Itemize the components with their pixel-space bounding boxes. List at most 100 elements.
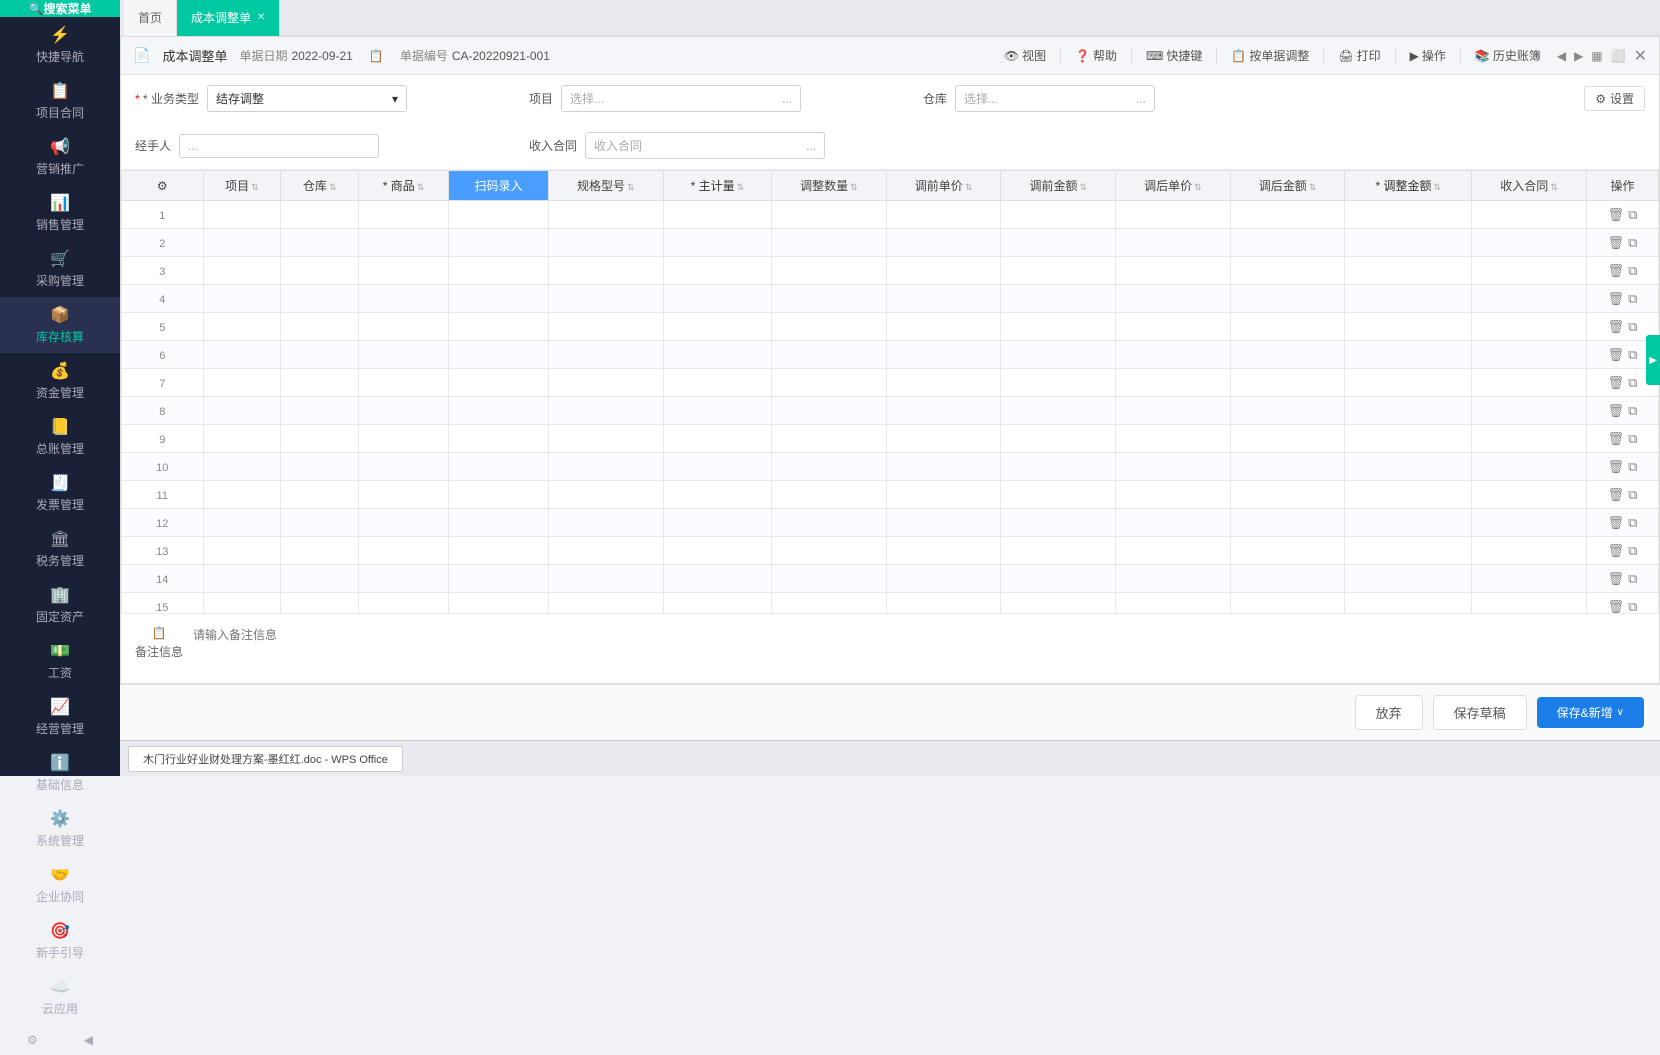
delete-btn-7[interactable]: 🗑 — [1608, 375, 1625, 391]
delete-btn-15[interactable]: 🗑 — [1608, 599, 1625, 614]
tab-close-cost-adjust[interactable]: ✕ — [257, 12, 265, 23]
sidebar-item-cloud-app[interactable]: ☁️ 云应用 — [0, 969, 120, 1025]
nav-next-btn[interactable]: ▶ — [1574, 49, 1583, 63]
sidebar-item-ledger-mgmt[interactable]: 📒 总账管理 — [0, 409, 120, 465]
sort-icon-adjust_qty[interactable]: ⇅ — [850, 182, 858, 192]
sidebar-item-project-contract[interactable]: 📋 项目合同 — [0, 73, 120, 129]
toolbar-btn-view[interactable]: 👁 视图 — [996, 44, 1054, 67]
business-type-select[interactable]: 结存调整 ▾ — [207, 85, 407, 112]
sidebar-item-inventory-calc[interactable]: 📦 库存核算 — [0, 297, 120, 353]
copy-btn-3[interactable]: ⧉ — [1628, 263, 1637, 279]
sort-icon-unit[interactable]: ⇅ — [737, 182, 745, 192]
delete-btn-4[interactable]: 🗑 — [1608, 291, 1625, 307]
sidebar-item-ops-mgmt[interactable]: 📈 经营管理 — [0, 689, 120, 745]
copy-btn-12[interactable]: ⧉ — [1628, 515, 1637, 531]
window-close-btn[interactable]: ✕ — [1634, 46, 1647, 66]
col-header-settings[interactable]: ⚙ — [122, 171, 204, 201]
delete-btn-10[interactable]: 🗑 — [1608, 459, 1625, 475]
sidebar-item-sales-promotion[interactable]: 📢 营销推广 — [0, 129, 120, 185]
taskbar-item[interactable]: 木门行业好业财处理方案-墨红红.doc - WPS Office — [128, 746, 403, 772]
copy-btn-13[interactable]: ⧉ — [1628, 543, 1637, 559]
settings-btn[interactable]: ⚙ 设置 — [1584, 86, 1645, 111]
copy-btn-8[interactable]: ⧉ — [1628, 403, 1637, 419]
copy-btn-2[interactable]: ⧉ — [1628, 235, 1637, 251]
sidebar-item-sys-mgmt[interactable]: ⚙️ 系统管理 — [0, 801, 120, 857]
cell-row7-settings: 7 — [122, 369, 204, 397]
grid-view-btn[interactable]: ▦ — [1591, 49, 1602, 63]
toolbar-btn-print[interactable]: 🖨 打印 — [1330, 44, 1388, 67]
handler-select[interactable]: ... — [179, 134, 379, 158]
sidebar-item-tax-mgmt[interactable]: 🏛 税务管理 — [0, 521, 120, 577]
sort-icon-spec[interactable]: ⇅ — [627, 182, 635, 192]
copy-btn-7[interactable]: ⧉ — [1628, 375, 1637, 391]
sort-icon-income_contract[interactable]: ⇅ — [1550, 182, 1558, 192]
sidebar-item-sales-mgmt[interactable]: 📊 销售管理 — [0, 185, 120, 241]
sort-icon-product[interactable]: ⇅ — [417, 182, 425, 192]
row-num-10: 10 — [156, 462, 168, 474]
save-draft-button[interactable]: 保存草稿 — [1433, 695, 1527, 730]
tab-home[interactable]: 首页 — [124, 0, 177, 36]
sort-icon-project[interactable]: ⇅ — [251, 182, 259, 192]
sort-icon-after_amount[interactable]: ⇅ — [1309, 182, 1317, 192]
delete-btn-12[interactable]: 🗑 — [1608, 515, 1625, 531]
delete-btn-3[interactable]: 🗑 — [1608, 263, 1625, 279]
cell-row8-scan — [449, 397, 549, 425]
toolbar-btn-help[interactable]: ❓ 帮助 — [1067, 44, 1125, 67]
copy-btn-10[interactable]: ⧉ — [1628, 459, 1637, 475]
toolbar-btn-batch-adjust[interactable]: 📋 按单据调整 — [1223, 44, 1317, 67]
sidebar-item-company-collab[interactable]: 🤝 企业协同 — [0, 857, 120, 913]
sort-icon-after_unit_price[interactable]: ⇅ — [1194, 182, 1202, 192]
sidebar-bottom-row[interactable]: ⚙ ◀ — [0, 1025, 120, 1055]
tab-cost-adjust[interactable]: 成本调整单✕ — [177, 0, 280, 36]
delete-btn-9[interactable]: 🗑 — [1608, 431, 1625, 447]
toolbar-btn-operation[interactable]: ▶ 操作 — [1402, 44, 1454, 67]
sidebar-item-basic-info[interactable]: ℹ️ 基础信息 — [0, 745, 120, 801]
save-new-button[interactable]: 保存&新增 ∨ — [1537, 697, 1644, 728]
copy-btn-5[interactable]: ⧉ — [1628, 319, 1637, 335]
col-header-scan[interactable]: 扫码录入 — [449, 171, 549, 201]
copy-btn-14[interactable]: ⧉ — [1628, 571, 1637, 587]
settings-gear-icon: ⚙ — [1595, 92, 1606, 106]
sort-icon-adjust_amount[interactable]: ⇅ — [1434, 182, 1442, 192]
collapse-icon[interactable]: ◀ — [84, 1033, 93, 1047]
sidebar-item-purchase-mgmt[interactable]: 🛒 采购管理 — [0, 241, 120, 297]
cell-row7-income_contract — [1472, 369, 1587, 397]
copy-btn-4[interactable]: ⧉ — [1628, 291, 1637, 307]
col-label-scan: 扫码录入 — [475, 179, 523, 193]
copy-btn-9[interactable]: ⧉ — [1628, 431, 1637, 447]
sidebar-item-fixed-assets[interactable]: 🏢 固定资产 — [0, 577, 120, 633]
income-contract-input[interactable]: 收入合同 ... — [585, 132, 825, 159]
discard-button[interactable]: 放弃 — [1355, 695, 1423, 730]
delete-btn-5[interactable]: 🗑 — [1608, 319, 1625, 335]
sidebar-item-newbie-guide[interactable]: 🎯 新手引导 — [0, 913, 120, 969]
sort-icon-warehouse[interactable]: ⇅ — [329, 182, 337, 192]
delete-btn-14[interactable]: 🗑 — [1608, 571, 1625, 587]
sidebar-item-invoice-mgmt[interactable]: 🧾 发票管理 — [0, 465, 120, 521]
copy-btn-15[interactable]: ⧉ — [1628, 599, 1637, 614]
sidebar-item-quick-nav[interactable]: ⚡ 快捷导航 — [0, 17, 120, 73]
nav-prev-btn[interactable]: ◀ — [1557, 49, 1566, 63]
sort-icon-before_amount[interactable]: ⇅ — [1079, 182, 1087, 192]
delete-btn-13[interactable]: 🗑 — [1608, 543, 1625, 559]
sidebar-search[interactable]: 🔍 搜索菜单 — [0, 0, 120, 17]
cell-row9-project — [203, 425, 281, 453]
project-select[interactable]: 选择... ... — [561, 85, 801, 112]
delete-btn-11[interactable]: 🗑 — [1608, 487, 1625, 503]
settings-icon[interactable]: ⚙ — [27, 1033, 38, 1047]
warehouse-select[interactable]: 选择... ... — [955, 85, 1155, 112]
delete-btn-2[interactable]: 🗑 — [1608, 235, 1625, 251]
copy-btn-6[interactable]: ⧉ — [1628, 347, 1637, 363]
sidebar-item-salary[interactable]: 💵 工资 — [0, 633, 120, 689]
right-collapse-btn[interactable]: ▶ — [1646, 335, 1660, 385]
sort-icon-before_unit_price[interactable]: ⇅ — [965, 182, 973, 192]
copy-btn-1[interactable]: ⧉ — [1628, 207, 1637, 223]
notes-input[interactable] — [193, 622, 1645, 654]
sidebar-item-finance-mgmt[interactable]: 💰 资金管理 — [0, 353, 120, 409]
expand-btn[interactable]: ⬜ — [1611, 49, 1626, 63]
delete-btn-8[interactable]: 🗑 — [1608, 403, 1625, 419]
toolbar-btn-shortcut[interactable]: ⌨ 快捷键 — [1138, 44, 1210, 67]
copy-btn-11[interactable]: ⧉ — [1628, 487, 1637, 503]
delete-btn-1[interactable]: 🗑 — [1608, 207, 1625, 223]
toolbar-btn-history[interactable]: 📚 历史账簿 — [1467, 44, 1549, 67]
delete-btn-6[interactable]: 🗑 — [1608, 347, 1625, 363]
